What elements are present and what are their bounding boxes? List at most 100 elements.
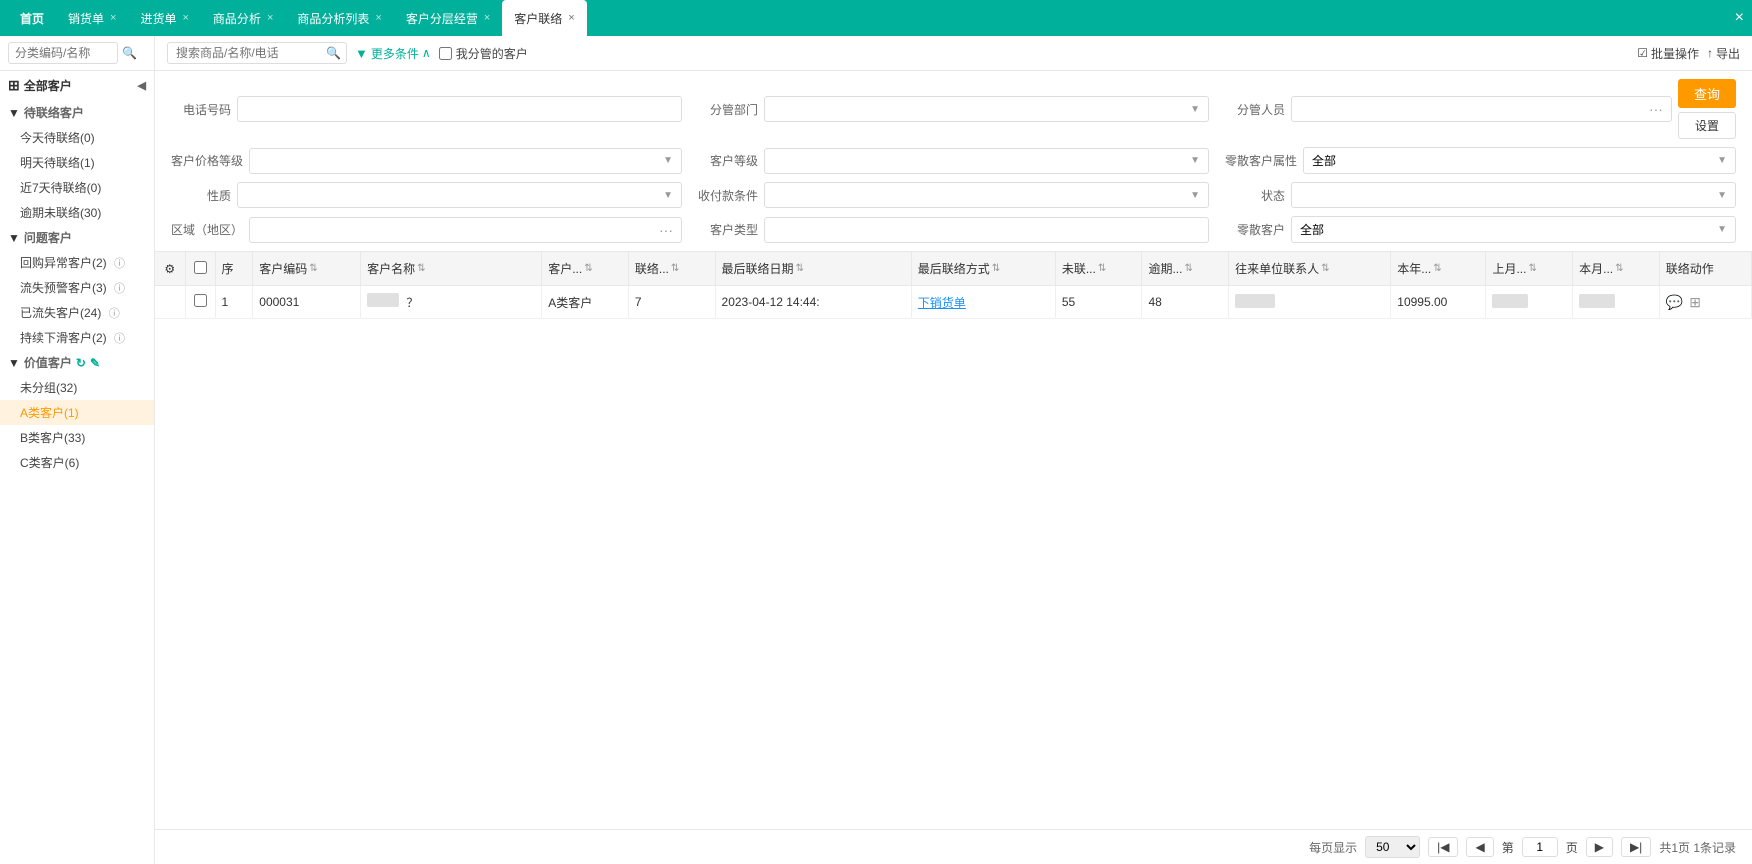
dept-select[interactable]: ▼	[764, 96, 1209, 122]
col-type[interactable]: 客户... ⇅	[542, 252, 629, 286]
pending-section-title[interactable]: ▼ 待联络客户	[0, 100, 154, 125]
nav-tab-customer-tier[interactable]: 客户分层经营 ×	[394, 0, 502, 36]
region-label: 区域（地区）	[171, 221, 243, 238]
more-filter-button[interactable]: ▼ 更多条件 ∧	[355, 45, 431, 62]
next-page-button[interactable]: ▶	[1586, 837, 1613, 857]
dept-label: 分管部门	[698, 101, 758, 118]
sparse-customer-select[interactable]: 全部 ▼	[1291, 216, 1736, 243]
col-last-month[interactable]: 上月... ⇅	[1486, 252, 1573, 286]
goods-list-tab-close[interactable]: ×	[375, 12, 381, 24]
col-name[interactable]: 客户名称 ⇅	[361, 252, 542, 286]
nav-tab-customer-contact[interactable]: 客户联络 ×	[502, 0, 586, 36]
window-close-button[interactable]: ×	[1735, 9, 1744, 27]
value-section-title[interactable]: ▼ 价值客户 ↻ ✎	[0, 350, 154, 375]
col-not-contacted[interactable]: 未联... ⇅	[1055, 252, 1142, 286]
status-select[interactable]: ▼	[1291, 182, 1736, 208]
last-month-sort-icon: ⇅	[1528, 263, 1536, 274]
customer-contact-tab-close[interactable]: ×	[568, 12, 574, 24]
sidebar-search-input[interactable]	[8, 42, 118, 64]
sidebar-item-churn[interactable]: 流失预警客户(3) ⓘ	[0, 275, 154, 300]
select-all-checkbox[interactable]	[194, 261, 207, 274]
page-size-select[interactable]: 50 100 200	[1365, 836, 1420, 858]
problem-arrow: ▼	[8, 231, 20, 245]
last-method-link[interactable]: 下销货单	[918, 296, 966, 310]
sidebar-item-declining[interactable]: 持续下滑客户(2) ⓘ	[0, 325, 154, 350]
col-last-method[interactable]: 最后联络方式 ⇅	[911, 252, 1055, 286]
sidebar-item-b-class[interactable]: B类客户(33)	[0, 425, 154, 450]
goods-analysis-tab-close[interactable]: ×	[267, 12, 273, 24]
overdue-header: 逾期...	[1148, 260, 1182, 277]
not-contacted-header: 未联...	[1062, 260, 1096, 277]
refresh-icon[interactable]: ↻	[76, 356, 86, 370]
batch-ops-label: 批量操作	[1651, 45, 1699, 62]
main-search-icon[interactable]: 🔍	[326, 46, 341, 60]
row-last-date: 2023-04-12 14:44:	[715, 286, 911, 319]
col-current-year[interactable]: 本年... ⇅	[1391, 252, 1486, 286]
col-contact-count[interactable]: 联络... ⇅	[628, 252, 715, 286]
comment-action-icon[interactable]: 💬	[1666, 294, 1683, 311]
last-method-header: 最后联络方式	[918, 260, 990, 277]
content-area: 🔍 ▼ 更多条件 ∧ 我分管的客户 ☑ 批量操作 ↑ 导出	[155, 36, 1752, 864]
sidebar-item-overdue[interactable]: 逾期未联络(30)	[0, 200, 154, 225]
sidebar-item-today[interactable]: 今天待联络(0)	[0, 125, 154, 150]
filter-row-sparse-attr: 零散客户属性 全部 ▼	[1225, 147, 1736, 174]
filter-icon: ▼	[355, 46, 368, 61]
nav-tab-goods-analysis[interactable]: 商品分析 ×	[201, 0, 285, 36]
query-button[interactable]: 查询	[1678, 79, 1736, 108]
type-sort-icon: ⇅	[584, 263, 592, 274]
batch-ops-button[interactable]: ☑ 批量操作	[1637, 45, 1699, 62]
col-unit-contact[interactable]: 往来单位联系人 ⇅	[1229, 252, 1391, 286]
phone-input[interactable]	[237, 96, 682, 122]
region-input[interactable]: ···	[249, 217, 682, 243]
sidebar-search-icon[interactable]: 🔍	[122, 46, 137, 60]
qr-action-icon[interactable]: ⊞	[1689, 294, 1701, 311]
main-search-input[interactable]	[176, 46, 326, 60]
col-code[interactable]: 客户编码 ⇅	[253, 252, 361, 286]
settings-button[interactable]: 设置	[1678, 112, 1736, 139]
sidebar-item-tomorrow[interactable]: 明天待联络(1)	[0, 150, 154, 175]
price-grade-select[interactable]: ▼	[249, 148, 682, 174]
nav-tab-purchase[interactable]: 进货单 ×	[128, 0, 200, 36]
nature-select[interactable]: ▼	[237, 182, 682, 208]
status-label: 状态	[1225, 187, 1285, 204]
row-overdue: 48	[1142, 286, 1229, 319]
settings-icon: ⚙	[164, 262, 175, 276]
sidebar-item-repurchase[interactable]: 回购异常客户(2) ⓘ	[0, 250, 154, 275]
customer-type-input[interactable]	[764, 217, 1209, 243]
col-last-date[interactable]: 最后联络日期 ⇅	[715, 252, 911, 286]
col-current-month[interactable]: 本月... ⇅	[1573, 252, 1660, 286]
payment-select[interactable]: ▼	[764, 182, 1209, 208]
row-unit-contact	[1229, 286, 1391, 319]
sidebar-item-c-class[interactable]: C类客户(6)	[0, 450, 154, 475]
person-input[interactable]: ···	[1291, 96, 1672, 122]
search-box: 🔍	[167, 42, 347, 64]
customer-tier-tab-close[interactable]: ×	[484, 12, 490, 24]
purchase-tab-close[interactable]: ×	[182, 12, 188, 24]
export-button[interactable]: ↑ 导出	[1707, 45, 1740, 62]
customer-grade-select[interactable]: ▼	[764, 148, 1209, 174]
col-overdue[interactable]: 逾期... ⇅	[1142, 252, 1229, 286]
customer-tier-tab-label: 客户分层经营	[406, 10, 478, 27]
name-header: 客户名称	[367, 260, 415, 277]
sidebar-item-lost[interactable]: 已流失客户(24) ⓘ	[0, 300, 154, 325]
current-year-sort-icon: ⇅	[1433, 263, 1441, 274]
prev-page-button[interactable]: ◀	[1466, 837, 1493, 857]
page-number-input[interactable]	[1522, 837, 1558, 857]
row-checkbox[interactable]	[194, 294, 207, 307]
nav-tab-home[interactable]: 首页	[8, 0, 56, 36]
payment-arrow: ▼	[1190, 190, 1200, 201]
sparse-attr-select[interactable]: 全部 ▼	[1303, 147, 1736, 174]
sidebar-item-ungroup[interactable]: 未分组(32)	[0, 375, 154, 400]
sidebar-item-week[interactable]: 近7天待联络(0)	[0, 175, 154, 200]
problem-section-title[interactable]: ▼ 问题客户	[0, 225, 154, 250]
edit-icon[interactable]: ✎	[90, 356, 100, 370]
first-page-button[interactable]: |◀	[1428, 837, 1458, 857]
last-page-button[interactable]: ▶|	[1621, 837, 1651, 857]
sidebar-item-a-class[interactable]: A类客户(1)	[0, 400, 154, 425]
all-customers-header[interactable]: ⊞ 全部客户 ◀	[0, 71, 154, 100]
sales-tab-close[interactable]: ×	[110, 12, 116, 24]
my-customers-checkbox[interactable]	[439, 47, 452, 60]
nav-tab-sales[interactable]: 销货单 ×	[56, 0, 128, 36]
col-settings[interactable]: ⚙	[155, 252, 185, 286]
nav-tab-goods-list[interactable]: 商品分析列表 ×	[285, 0, 393, 36]
